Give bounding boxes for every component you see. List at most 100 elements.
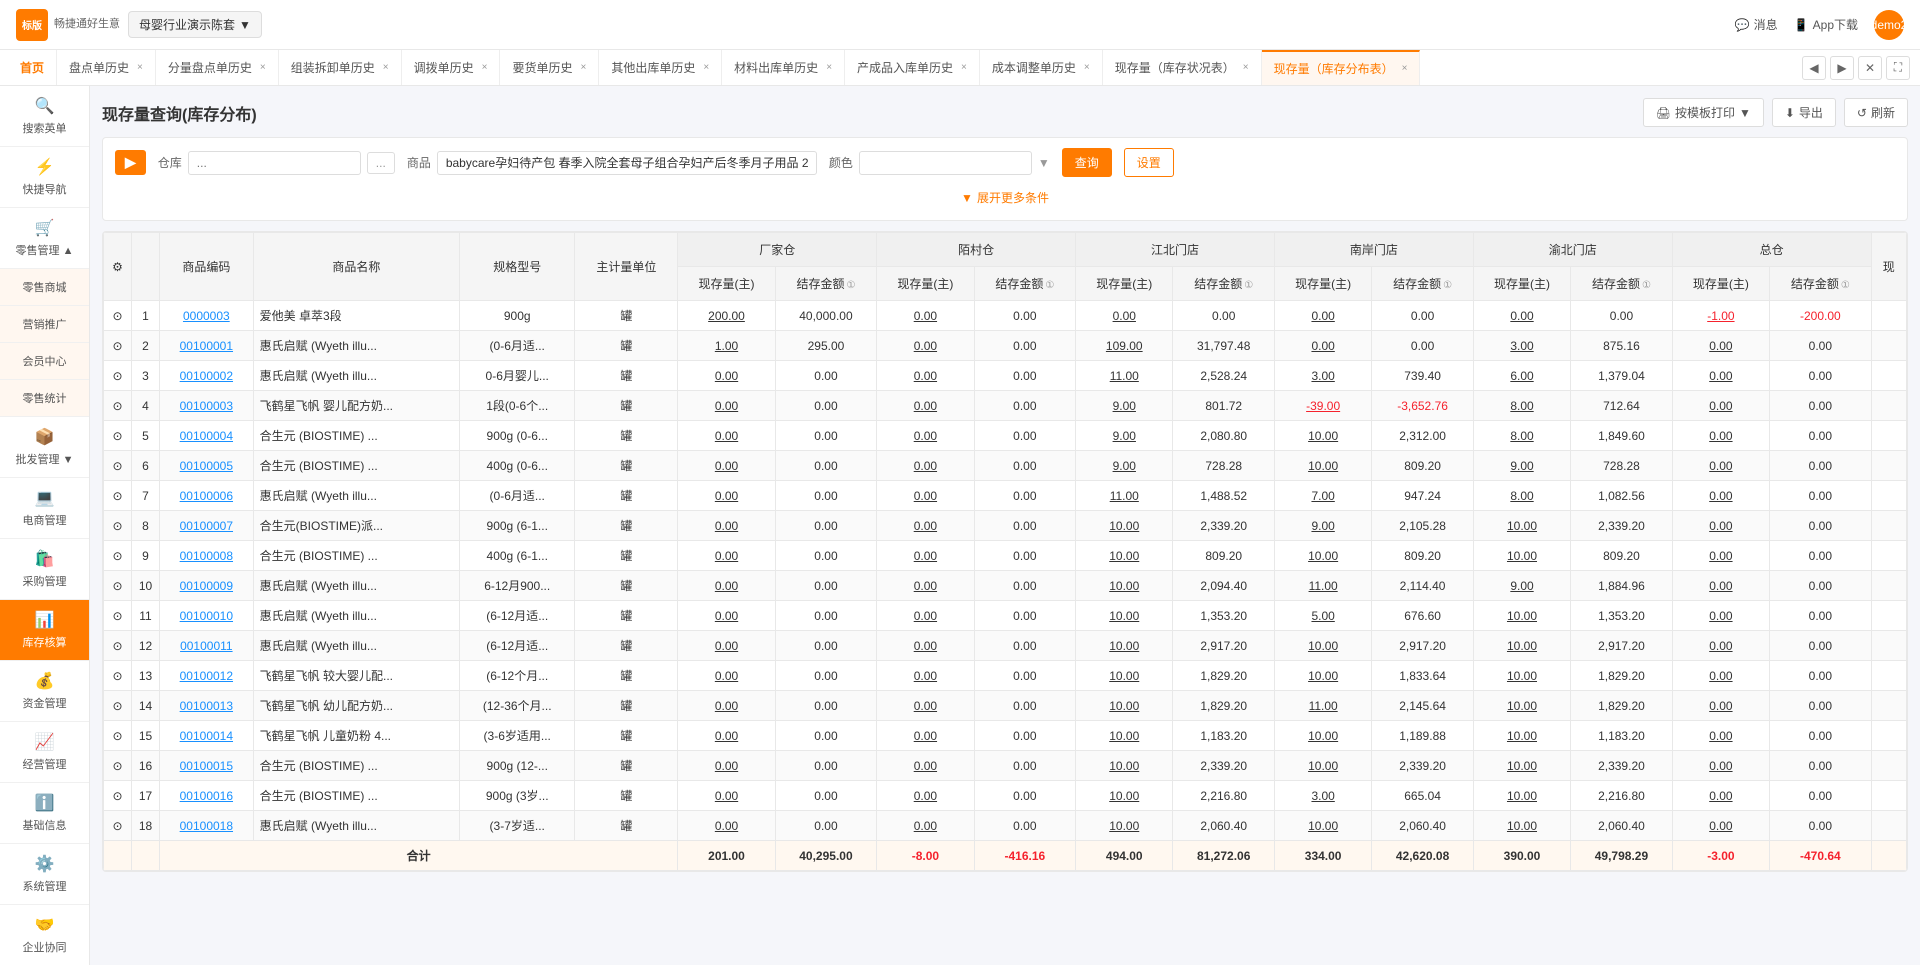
row-settings[interactable]: ⊙ xyxy=(104,541,132,571)
row-code[interactable]: 00100008 xyxy=(160,541,254,571)
tab-dbo[interactable]: 调拨单历史 × xyxy=(402,50,501,86)
row-zc-qty[interactable]: 0.00 xyxy=(1672,451,1769,481)
row-settings[interactable]: ⊙ xyxy=(104,391,132,421)
row-na-qty[interactable]: 3.00 xyxy=(1274,361,1371,391)
row-zc-qty[interactable]: 0.00 xyxy=(1672,481,1769,511)
sidebar-item-system[interactable]: ⚙️ 系统管理 xyxy=(0,844,89,905)
row-mc-qty[interactable]: 0.00 xyxy=(877,541,974,571)
color-input[interactable] xyxy=(859,151,1032,175)
row-code[interactable]: 00100004 xyxy=(160,421,254,451)
row-yb-qty[interactable]: 8.00 xyxy=(1473,391,1570,421)
row-jb-qty[interactable]: 109.00 xyxy=(1076,331,1173,361)
row-jb-qty[interactable]: 10.00 xyxy=(1076,601,1173,631)
row-cj-qty[interactable]: 0.00 xyxy=(678,751,775,781)
row-zc-qty[interactable]: 0.00 xyxy=(1672,541,1769,571)
row-na-qty[interactable]: 9.00 xyxy=(1274,511,1371,541)
row-zc-qty[interactable]: -1.00 xyxy=(1672,301,1769,331)
sidebar-item-inventory[interactable]: 📊 库存核算 xyxy=(0,600,89,661)
row-cj-qty[interactable]: 0.00 xyxy=(678,421,775,451)
row-settings[interactable]: ⊙ xyxy=(104,451,132,481)
row-na-qty[interactable]: 3.00 xyxy=(1274,781,1371,811)
row-yb-qty[interactable]: 8.00 xyxy=(1473,421,1570,451)
sidebar-item-ecommerce[interactable]: 💻 电商管理 xyxy=(0,478,89,539)
row-yb-qty[interactable]: 9.00 xyxy=(1473,451,1570,481)
row-na-qty[interactable]: 11.00 xyxy=(1274,571,1371,601)
row-code[interactable]: 00100015 xyxy=(160,751,254,781)
row-cj-qty[interactable]: 0.00 xyxy=(678,811,775,841)
row-cj-qty[interactable]: 0.00 xyxy=(678,631,775,661)
row-yb-qty[interactable]: 10.00 xyxy=(1473,661,1570,691)
row-settings[interactable]: ⊙ xyxy=(104,781,132,811)
row-na-qty[interactable]: 10.00 xyxy=(1274,721,1371,751)
row-code[interactable]: 00100013 xyxy=(160,691,254,721)
row-settings[interactable]: ⊙ xyxy=(104,721,132,751)
row-yb-qty[interactable]: 10.00 xyxy=(1473,511,1570,541)
sidebar-item-purchase[interactable]: 🛍️ 采购管理 xyxy=(0,539,89,600)
tab-yhd[interactable]: 要货单历史 × xyxy=(500,50,599,86)
tab-close-btn[interactable]: ✕ xyxy=(1858,56,1882,80)
row-cj-qty[interactable]: 0.00 xyxy=(678,481,775,511)
row-mc-qty[interactable]: 0.00 xyxy=(877,571,974,601)
row-na-qty[interactable]: 11.00 xyxy=(1274,691,1371,721)
row-na-qty[interactable]: 10.00 xyxy=(1274,631,1371,661)
row-jb-qty[interactable]: 10.00 xyxy=(1076,511,1173,541)
row-mc-qty[interactable]: 0.00 xyxy=(877,781,974,811)
warehouse-select-btn[interactable]: ... xyxy=(367,152,395,174)
row-yb-qty[interactable]: 10.00 xyxy=(1473,811,1570,841)
row-settings[interactable]: ⊙ xyxy=(104,601,132,631)
row-cj-qty[interactable]: 0.00 xyxy=(678,691,775,721)
row-jb-qty[interactable]: 10.00 xyxy=(1076,691,1173,721)
row-yb-qty[interactable]: 10.00 xyxy=(1473,751,1570,781)
row-cj-qty[interactable]: 1.00 xyxy=(678,331,775,361)
row-na-qty[interactable]: 10.00 xyxy=(1274,541,1371,571)
sidebar-item-marketing[interactable]: 营销推广 xyxy=(0,306,89,343)
tab-maximize-btn[interactable]: ⛶ xyxy=(1886,56,1910,80)
row-jb-qty[interactable]: 10.00 xyxy=(1076,571,1173,601)
row-jb-qty[interactable]: 10.00 xyxy=(1076,631,1173,661)
row-settings[interactable]: ⊙ xyxy=(104,751,132,781)
row-yb-qty[interactable]: 10.00 xyxy=(1473,781,1570,811)
row-yb-qty[interactable]: 10.00 xyxy=(1473,541,1570,571)
row-zc-qty[interactable]: 0.00 xyxy=(1672,601,1769,631)
row-zc-qty[interactable]: 0.00 xyxy=(1672,811,1769,841)
row-code[interactable]: 0000003 xyxy=(160,301,254,331)
row-zc-qty[interactable]: 0.00 xyxy=(1672,331,1769,361)
sidebar-item-retailshop[interactable]: 零售商城 xyxy=(0,269,89,306)
row-cj-qty[interactable]: 0.00 xyxy=(678,721,775,751)
row-mc-qty[interactable]: 0.00 xyxy=(877,631,974,661)
row-cj-qty[interactable]: 0.00 xyxy=(678,571,775,601)
sidebar-item-nav[interactable]: ⚡ 快捷导航 xyxy=(0,147,89,208)
warehouse-input[interactable] xyxy=(188,151,361,175)
row-na-qty[interactable]: 10.00 xyxy=(1274,661,1371,691)
row-yb-qty[interactable]: 6.00 xyxy=(1473,361,1570,391)
row-zc-qty[interactable]: 0.00 xyxy=(1672,781,1769,811)
row-yb-qty[interactable]: 10.00 xyxy=(1473,721,1570,751)
message-btn[interactable]: 💬 消息 xyxy=(1735,16,1778,33)
goods-input[interactable] xyxy=(437,151,817,175)
row-jb-qty[interactable]: 0.00 xyxy=(1076,301,1173,331)
row-na-qty[interactable]: 0.00 xyxy=(1274,301,1371,331)
row-jb-qty[interactable]: 9.00 xyxy=(1076,451,1173,481)
row-settings[interactable]: ⊙ xyxy=(104,691,132,721)
tab-cpck[interactable]: 产成品入库单历史 × xyxy=(845,50,980,86)
refresh-btn[interactable]: ↺ 刷新 xyxy=(1844,98,1908,127)
row-zc-qty[interactable]: 0.00 xyxy=(1672,571,1769,601)
app-download-btn[interactable]: 📱 App下载 xyxy=(1794,16,1858,33)
tab-qtck[interactable]: 其他出库单历史 × xyxy=(599,50,722,86)
sidebar-item-finance[interactable]: 💰 资金管理 xyxy=(0,661,89,722)
row-yb-qty[interactable]: 10.00 xyxy=(1473,631,1570,661)
col-settings-header[interactable]: ⚙ xyxy=(104,233,132,301)
row-settings[interactable]: ⊙ xyxy=(104,421,132,451)
row-na-qty[interactable]: 10.00 xyxy=(1274,421,1371,451)
row-cj-qty[interactable]: 0.00 xyxy=(678,451,775,481)
row-cj-qty[interactable]: 0.00 xyxy=(678,661,775,691)
tab-next-btn[interactable]: ▶ xyxy=(1830,56,1854,80)
row-zc-qty[interactable]: 0.00 xyxy=(1672,661,1769,691)
row-na-qty[interactable]: 7.00 xyxy=(1274,481,1371,511)
row-jb-qty[interactable]: 10.00 xyxy=(1076,661,1173,691)
row-na-qty[interactable]: 5.00 xyxy=(1274,601,1371,631)
row-cj-qty[interactable]: 0.00 xyxy=(678,361,775,391)
row-jb-qty[interactable]: 11.00 xyxy=(1076,361,1173,391)
row-zc-qty[interactable]: 0.00 xyxy=(1672,421,1769,451)
sidebar-item-member[interactable]: 会员中心 xyxy=(0,343,89,380)
